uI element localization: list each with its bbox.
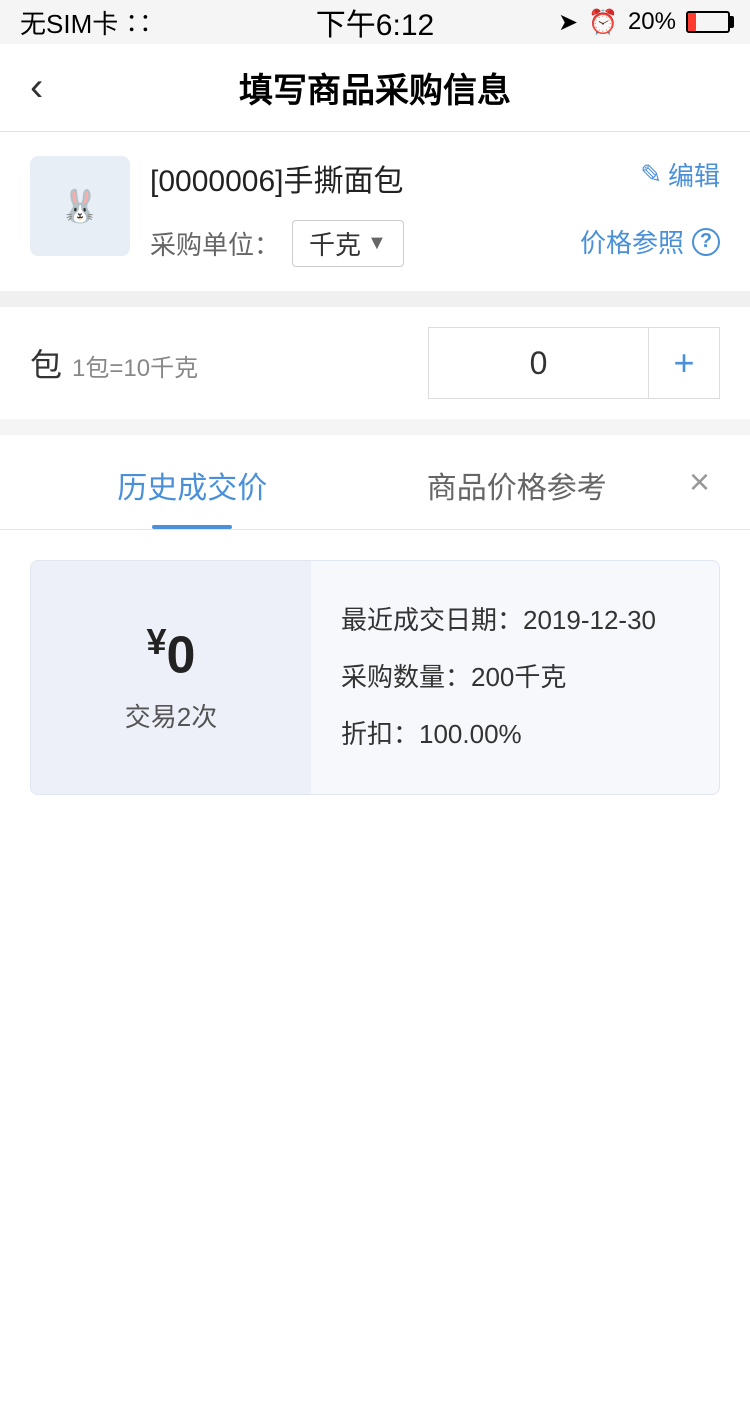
- tabs-container: 历史成交价 商品价格参考 × ¥0 交易2次 最近成交日期：2019-12-30…: [0, 435, 750, 825]
- edit-button[interactable]: ✎ 编辑: [640, 156, 720, 193]
- unit-value: 千克: [309, 225, 361, 262]
- discount-value: 100.00%: [419, 719, 522, 749]
- status-bar: 无SIM卡 ∷ 下午6:12 ➤ ⏰ 20%: [0, 0, 750, 44]
- price-ref-button[interactable]: 价格参照 ?: [580, 223, 720, 260]
- history-content: ¥0 交易2次 最近成交日期：2019-12-30 采购数量：200千克 折扣：…: [0, 530, 750, 825]
- tab-product-price[interactable]: 商品价格参考: [354, 435, 678, 529]
- unit-main: 包: [30, 340, 62, 386]
- history-details-section: 最近成交日期：2019-12-30 采购数量：200千克 折扣：100.00%: [311, 561, 719, 794]
- back-button[interactable]: ‹: [30, 65, 43, 110]
- product-name: [0000006]手撕面包: [150, 156, 404, 200]
- recent-date-row: 最近成交日期：2019-12-30: [341, 601, 689, 640]
- edit-icon: ✎: [640, 159, 662, 190]
- product-info: [0000006]手撕面包 采购单位： 千克 ▼: [150, 156, 404, 267]
- carrier-text: 无SIM卡 ∷: [20, 4, 151, 41]
- product-card: 🐰 [0000006]手撕面包 采购单位： 千克 ▼ ✎ 编辑 价格参照: [0, 132, 750, 291]
- battery-icon: [686, 11, 730, 33]
- quantity-input-area: +: [428, 327, 720, 399]
- bottom-fill: [0, 825, 750, 1425]
- status-time: 下午6:12: [316, 0, 434, 44]
- alarm-icon: ⏰: [588, 8, 618, 37]
- history-price-value: ¥0: [147, 621, 196, 685]
- tab-history-price[interactable]: 历史成交价: [30, 435, 354, 529]
- location-icon: ➤: [558, 8, 578, 37]
- page-title: 填写商品采购信息: [239, 63, 511, 112]
- carrier-info: 无SIM卡 ∷: [20, 4, 151, 41]
- unit-arrow-icon: ▼: [367, 232, 387, 255]
- status-right: ➤ ⏰ 20%: [558, 8, 730, 37]
- price-ref-label: 价格参照: [580, 223, 684, 260]
- discount-row: 折扣：100.00%: [341, 715, 689, 754]
- recent-date-label: 最近成交日期：: [341, 605, 523, 635]
- unit-sub: 1包=10千克: [72, 348, 198, 383]
- edit-label: 编辑: [668, 156, 720, 193]
- price-amount: 0: [167, 626, 196, 684]
- product-actions: ✎ 编辑 价格参照 ?: [580, 156, 720, 260]
- price-ref-help-icon: ?: [692, 228, 720, 256]
- product-image: 🐰: [30, 156, 130, 256]
- quantity-label: 包 1包=10千克: [30, 340, 198, 386]
- quantity-row: 包 1包=10千克 +: [0, 307, 750, 419]
- history-price-section: ¥0 交易2次: [31, 561, 311, 794]
- price-symbol: ¥: [147, 621, 167, 662]
- history-count: 交易2次: [125, 697, 217, 734]
- purchase-qty-row: 采购数量：200千克: [341, 658, 689, 697]
- purchase-qty-value: 200千克: [471, 662, 566, 692]
- recent-date-value: 2019-12-30: [523, 605, 656, 635]
- nav-bar: ‹ 填写商品采购信息: [0, 44, 750, 132]
- purchase-qty-label: 采购数量：: [341, 662, 471, 692]
- quantity-input[interactable]: [428, 327, 648, 399]
- discount-label: 折扣：: [341, 719, 419, 749]
- unit-selector[interactable]: 千克 ▼: [292, 220, 404, 267]
- quantity-plus-button[interactable]: +: [648, 327, 720, 399]
- section-divider: [0, 291, 750, 307]
- tab-close-button[interactable]: ×: [679, 451, 720, 513]
- tabs-header: 历史成交价 商品价格参考 ×: [0, 435, 750, 530]
- product-logo-icon: 🐰: [60, 187, 100, 225]
- history-card: ¥0 交易2次 最近成交日期：2019-12-30 采购数量：200千克 折扣：…: [30, 560, 720, 795]
- unit-label: 采购单位：: [150, 225, 280, 262]
- battery-percent: 20%: [628, 8, 676, 36]
- product-unit-row: 采购单位： 千克 ▼: [150, 220, 404, 267]
